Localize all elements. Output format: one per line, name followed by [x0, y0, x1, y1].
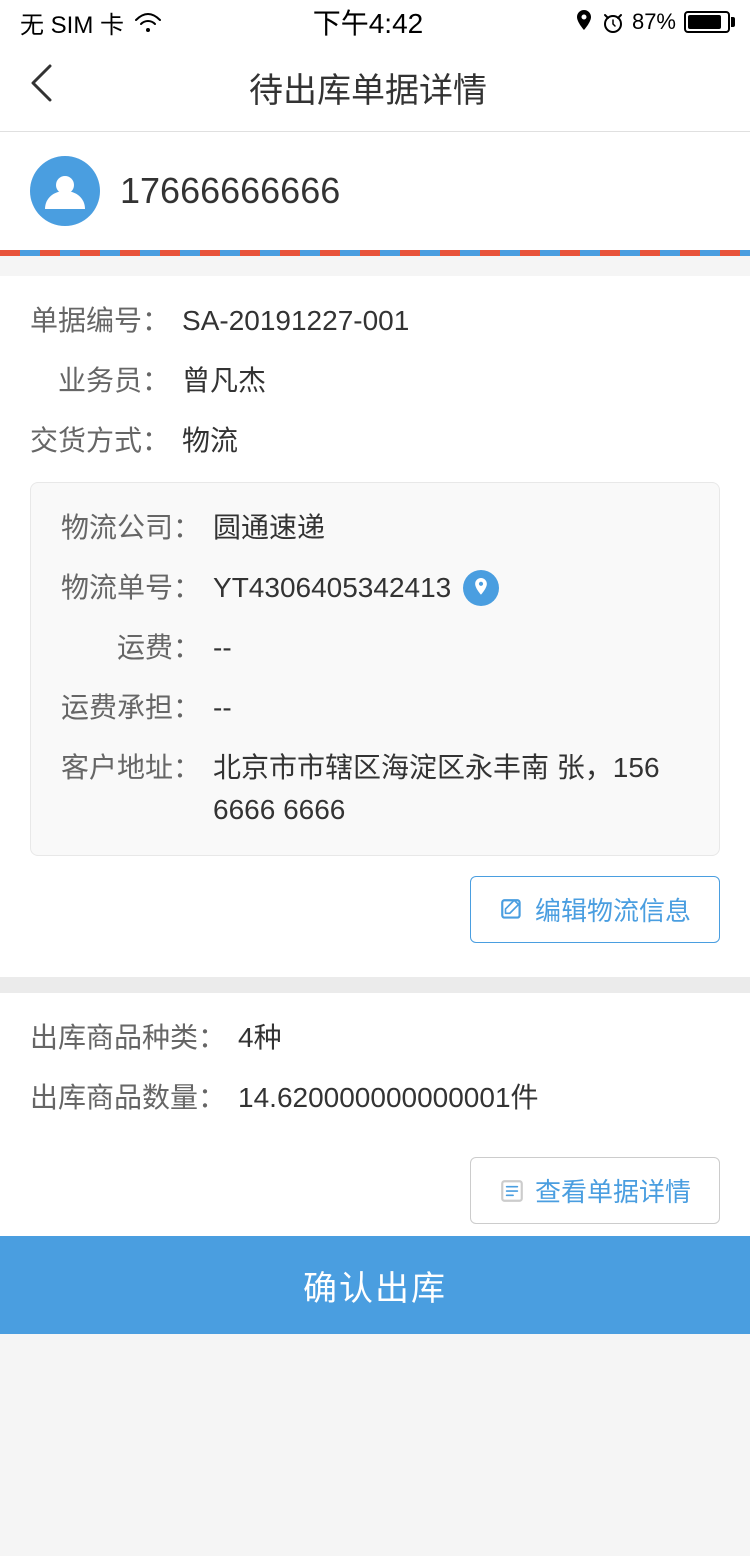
edit-logistics-button[interactable]: 编辑物流信息 [470, 876, 720, 943]
delivery-label: 交货方式： [30, 420, 170, 462]
agent-value: 曾凡杰 [182, 360, 720, 402]
section-divider [0, 977, 750, 993]
battery-label: 87% [632, 9, 676, 35]
wifi-icon [134, 12, 162, 32]
dashed-divider [0, 250, 750, 256]
logistics-card: 物流公司： 圆通速递 物流单号： YT4306405342413 运费： -- [30, 482, 720, 856]
delivery-value: 物流 [182, 420, 720, 462]
view-btn-row: 查看单据详情 [30, 1137, 720, 1234]
delivery-row: 交货方式： 物流 [30, 420, 720, 462]
goods-quantity-value: 14.620000000000001件 [238, 1077, 720, 1119]
user-phone: 17666666666 [120, 170, 340, 212]
status-bar: 无 SIM 卡 下午4:42 87% [0, 0, 750, 44]
freight-label: 运费： [61, 627, 201, 669]
page-title: 待出库单据详情 [72, 63, 664, 112]
edit-btn-row: 编辑物流信息 [30, 856, 720, 953]
goods-types-row: 出库商品种类： 4种 [30, 1017, 720, 1059]
goods-types-value: 4种 [238, 1017, 720, 1059]
order-number-label: 单据编号： [30, 300, 170, 342]
alarm-icon [602, 11, 624, 33]
address-value: 北京市市辖区海淀区永丰南 张，156 6666 6666 [213, 747, 689, 831]
goods-section: 出库商品种类： 4种 出库商品数量： 14.620000000000001件 查… [0, 993, 750, 1258]
tracking-location-icon[interactable] [463, 570, 499, 606]
logistics-company-value: 圆通速递 [213, 507, 689, 549]
logistics-company-label: 物流公司： [61, 507, 201, 549]
freight-row: 运费： -- [61, 627, 689, 669]
status-right: 87% [574, 9, 730, 35]
freight-bear-value: -- [213, 687, 689, 729]
location-status-icon [574, 10, 594, 34]
confirm-btn-wrap: 确认出库 [0, 1236, 750, 1334]
back-button[interactable] [30, 64, 72, 111]
agent-label: 业务员： [30, 360, 170, 402]
battery-icon [684, 11, 730, 33]
logistics-tracking-row: 物流单号： YT4306405342413 [61, 567, 689, 609]
logistics-company-row: 物流公司： 圆通速递 [61, 507, 689, 549]
address-row: 客户地址： 北京市市辖区海淀区永丰南 张，156 6666 6666 [61, 747, 689, 831]
carrier-label: 无 SIM 卡 [20, 5, 124, 40]
goods-types-label: 出库商品种类： [30, 1017, 226, 1059]
status-time: 下午4:42 [313, 2, 424, 42]
logistics-tracking-value: YT4306405342413 [213, 567, 689, 609]
address-label: 客户地址： [61, 747, 201, 789]
status-left: 无 SIM 卡 [20, 5, 162, 40]
view-detail-label: 查看单据详情 [535, 1172, 691, 1209]
goods-quantity-label: 出库商品数量： [30, 1077, 226, 1119]
nav-bar: 待出库单据详情 [0, 44, 750, 132]
confirm-outbound-button[interactable]: 确认出库 [0, 1236, 750, 1334]
order-number-value: SA-20191227-001 [182, 300, 720, 342]
freight-value: -- [213, 627, 689, 669]
freight-bear-row: 运费承担： -- [61, 687, 689, 729]
logistics-tracking-label: 物流单号： [61, 567, 201, 609]
order-number-row: 单据编号： SA-20191227-001 [30, 300, 720, 342]
freight-bear-label: 运费承担： [61, 687, 201, 729]
view-detail-button[interactable]: 查看单据详情 [470, 1157, 720, 1224]
user-header: 17666666666 [0, 132, 750, 250]
goods-quantity-row: 出库商品数量： 14.620000000000001件 [30, 1077, 720, 1119]
avatar [30, 156, 100, 226]
agent-row: 业务员： 曾凡杰 [30, 360, 720, 402]
edit-btn-label: 编辑物流信息 [535, 891, 691, 928]
order-info-section: 单据编号： SA-20191227-001 业务员： 曾凡杰 交货方式： 物流 … [0, 276, 750, 977]
tracking-number: YT4306405342413 [213, 567, 451, 609]
